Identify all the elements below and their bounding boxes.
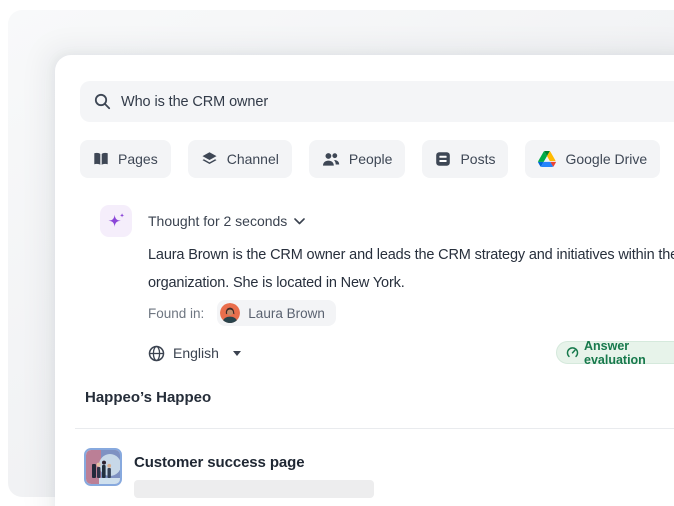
filter-chip-row: Pages Channel People Posts	[80, 140, 674, 178]
filter-chip-google-drive[interactable]: Google Drive	[525, 140, 660, 178]
result-item-customer-success-page[interactable]: Customer success page	[84, 448, 374, 498]
language-label: English	[173, 345, 219, 361]
screen: Who is the CRM owner Pages Channel Peo	[0, 0, 674, 506]
search-input[interactable]: Who is the CRM owner	[80, 81, 674, 122]
answer-evaluation-label: Answer evaluation	[584, 339, 674, 367]
globe-icon	[148, 345, 165, 362]
filter-chip-channel[interactable]: Channel	[188, 140, 292, 178]
thought-duration-text: Thought for 2 seconds	[148, 213, 287, 229]
illustration-thumbnail	[84, 448, 122, 486]
filter-chip-people[interactable]: People	[309, 140, 406, 178]
chevron-down-icon	[294, 218, 305, 225]
result-text-column: Customer success page	[134, 448, 374, 498]
people-icon	[322, 152, 340, 167]
book-icon	[93, 151, 109, 167]
gauge-icon	[566, 346, 579, 359]
filter-chip-pages[interactable]: Pages	[80, 140, 171, 178]
section-divider	[75, 428, 674, 429]
posts-icon	[435, 151, 451, 167]
layers-icon	[201, 151, 218, 167]
avatar	[220, 303, 240, 323]
ai-answer-text: Laura Brown is the CRM owner and leads t…	[148, 242, 674, 297]
search-query-text: Who is the CRM owner	[121, 94, 268, 110]
filter-label: People	[349, 151, 393, 167]
answer-evaluation-badge[interactable]: Answer evaluation	[556, 341, 674, 364]
found-in-row: Found in: Laura Brown	[148, 300, 336, 326]
thought-duration-toggle[interactable]: Thought for 2 seconds	[148, 211, 305, 231]
filter-label: Google Drive	[565, 151, 647, 167]
search-modal: Who is the CRM owner Pages Channel Peo	[55, 55, 674, 506]
ai-sparkle-icon	[105, 210, 127, 232]
result-snippet-placeholder	[134, 480, 374, 498]
ai-sparkle-tile	[100, 205, 132, 237]
filter-label: Channel	[227, 151, 279, 167]
results-section-title: Happeo’s Happeo	[85, 389, 211, 406]
language-selector[interactable]: English	[148, 342, 241, 364]
filter-chip-posts[interactable]: Posts	[422, 140, 508, 178]
result-title: Customer success page	[134, 454, 374, 471]
filter-label: Pages	[118, 151, 158, 167]
caret-down-icon	[233, 351, 241, 356]
search-icon	[94, 93, 111, 110]
source-person-name: Laura Brown	[248, 306, 325, 321]
filter-label: Posts	[460, 151, 495, 167]
found-in-label: Found in:	[148, 306, 204, 321]
google-drive-icon	[538, 151, 556, 167]
source-person-chip[interactable]: Laura Brown	[217, 300, 336, 326]
